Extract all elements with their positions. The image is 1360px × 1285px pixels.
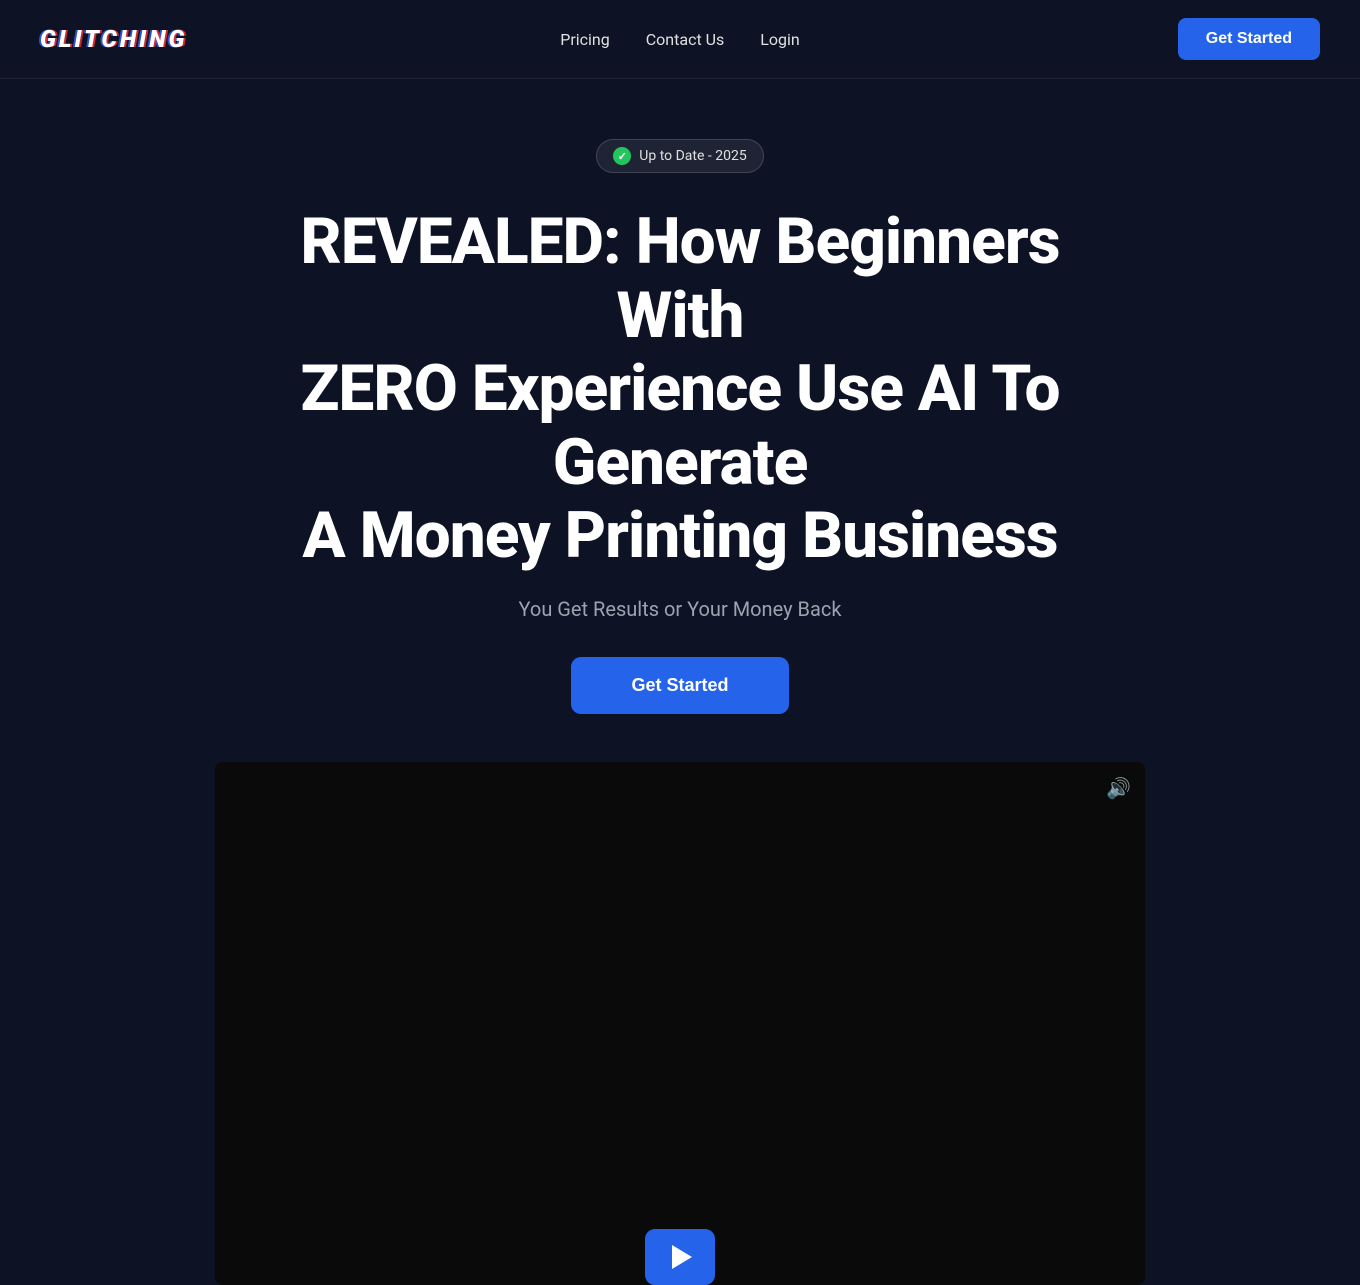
hero-subheadline: You Get Results or Your Money Back [519,597,842,621]
nav-pricing[interactable]: Pricing [560,30,610,49]
headline-line2: ZERO Experience Use AI To Generate [300,351,1059,500]
nav-links: Pricing Contact Us Login [560,30,799,49]
logo: GLITCHING [40,25,187,53]
headline-line3: A Money Printing Business [302,498,1057,573]
navbar: GLITCHING Pricing Contact Us Login Get S… [0,0,1360,79]
play-button[interactable] [645,1229,715,1285]
badge: Up to Date - 2025 [596,139,763,173]
nav-contact[interactable]: Contact Us [646,30,725,49]
hero-headline: REVEALED: How Beginners With ZERO Experi… [230,205,1130,573]
mute-icon[interactable]: 🔊 [1106,776,1131,800]
video-container: 🔊 [215,762,1145,1285]
video-inner: 🔊 [215,762,1145,1285]
logo-container: GLITCHING [40,25,187,53]
headline-line1: REVEALED: How Beginners With [300,204,1059,353]
hero-get-started-button[interactable]: Get Started [571,657,788,714]
badge-text: Up to Date - 2025 [639,148,746,164]
navbar-get-started-button[interactable]: Get Started [1178,18,1320,60]
navbar-cta: Get Started [1178,18,1320,60]
nav-login[interactable]: Login [760,30,799,49]
check-icon [613,147,631,165]
hero-section: Up to Date - 2025 REVEALED: How Beginner… [0,79,1360,1285]
play-icon [672,1245,692,1269]
